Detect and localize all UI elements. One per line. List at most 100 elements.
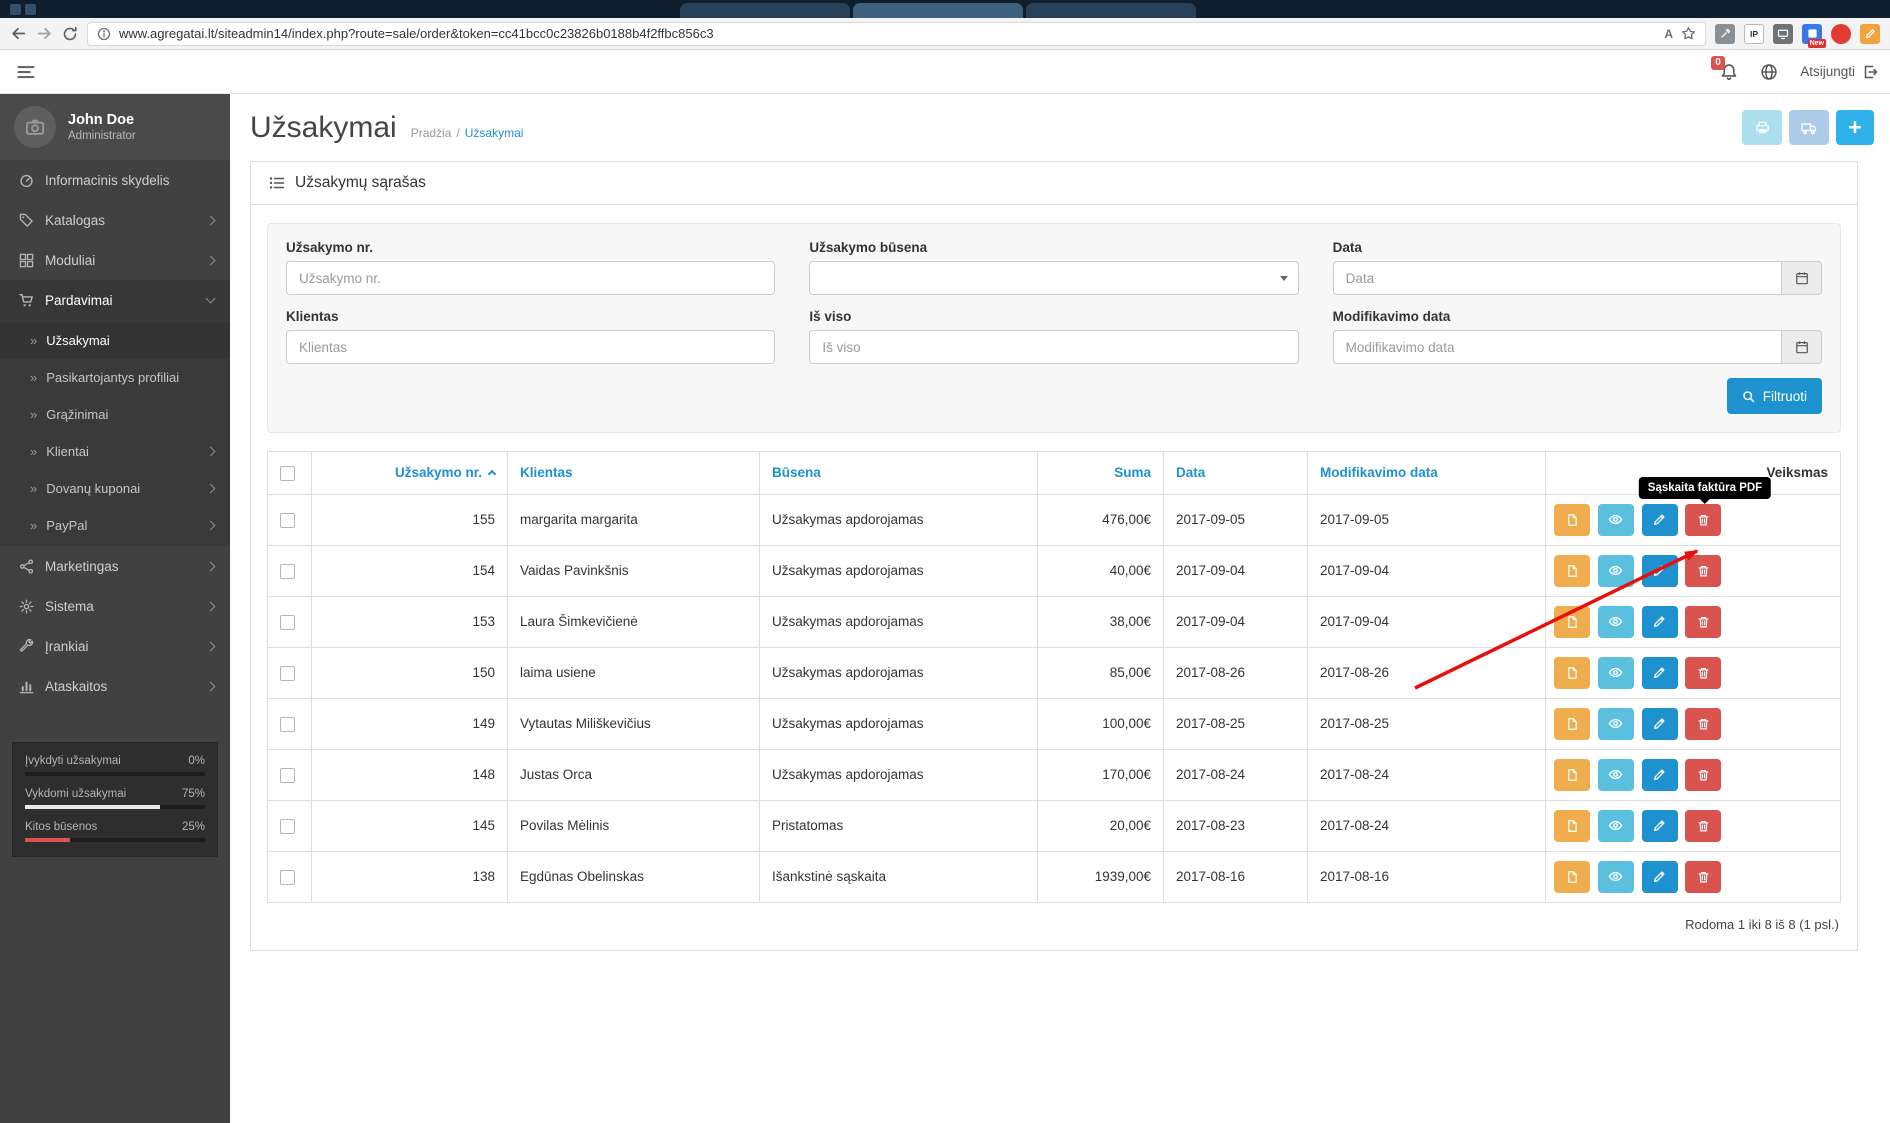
- edit-button[interactable]: [1641, 554, 1678, 587]
- sidebar-item-dashboard[interactable]: Informacinis skydelis: [0, 160, 230, 200]
- edit-button[interactable]: [1641, 707, 1678, 740]
- edit-button[interactable]: [1641, 758, 1678, 791]
- row-checkbox[interactable]: [280, 818, 295, 834]
- view-button[interactable]: [1597, 707, 1634, 740]
- extension-icon-pencil[interactable]: [1860, 23, 1880, 44]
- total-filter-input[interactable]: [809, 330, 1299, 364]
- browser-tab-active[interactable]: [853, 3, 1023, 18]
- add-order-button[interactable]: +: [1836, 110, 1874, 145]
- edit-button[interactable]: [1641, 860, 1678, 893]
- print-shipping-list-button[interactable]: [1789, 110, 1829, 145]
- edit-button[interactable]: [1641, 503, 1678, 536]
- row-checkbox[interactable]: [280, 767, 295, 783]
- delete-button[interactable]: [1685, 605, 1722, 638]
- edit-button[interactable]: [1641, 605, 1678, 638]
- menu-toggle-icon[interactable]: [16, 62, 36, 82]
- delete-button[interactable]: [1685, 503, 1722, 536]
- extension-icon-round[interactable]: [1831, 23, 1851, 44]
- sidebar-item-catalog[interactable]: Katalogas: [0, 200, 230, 240]
- url-text[interactable]: www.agregatai.lt/siteadmin14/index.php?r…: [119, 26, 1656, 41]
- invoice-pdf-button[interactable]: [1554, 860, 1590, 893]
- back-button[interactable]: [10, 25, 27, 42]
- extension-icon-monitor[interactable]: [1773, 23, 1793, 44]
- user-profile: John Doe Administrator: [0, 94, 230, 160]
- row-checkbox[interactable]: [280, 563, 295, 579]
- invoice-pdf-button[interactable]: [1554, 554, 1590, 587]
- view-button[interactable]: [1597, 554, 1634, 587]
- select-all-checkbox[interactable]: [280, 465, 295, 481]
- sort-customer[interactable]: Klientas: [520, 465, 573, 480]
- avatar[interactable]: [14, 106, 56, 148]
- modified-date-picker-button[interactable]: [1782, 330, 1822, 364]
- sort-modified[interactable]: Modifikavimo data: [1320, 465, 1438, 480]
- order-nr-filter-input[interactable]: [286, 261, 776, 295]
- eye-icon: [1608, 566, 1623, 576]
- breadcrumb-current[interactable]: Užsakymai: [465, 126, 524, 140]
- view-button[interactable]: [1597, 605, 1634, 638]
- row-checkbox[interactable]: [280, 614, 295, 630]
- edit-button[interactable]: [1641, 809, 1678, 842]
- order-status-select[interactable]: [809, 261, 1299, 295]
- browser-tab[interactable]: [1026, 3, 1196, 18]
- customer-filter-input[interactable]: [286, 330, 776, 364]
- view-button[interactable]: [1597, 758, 1634, 791]
- sort-order-nr[interactable]: Užsakymo nr.: [395, 465, 482, 480]
- modified-filter-input[interactable]: [1332, 330, 1782, 364]
- sidebar-item-system[interactable]: Sistema: [0, 586, 230, 626]
- invoice-pdf-button[interactable]: [1554, 809, 1590, 842]
- date-picker-button[interactable]: [1782, 261, 1822, 295]
- sidebar-subitem-orders[interactable]: Užsakymai: [0, 322, 230, 359]
- view-button[interactable]: [1597, 503, 1634, 536]
- invoice-pdf-button[interactable]: [1554, 656, 1590, 689]
- delete-button[interactable]: [1685, 554, 1722, 587]
- print-invoice-button[interactable]: [1742, 110, 1782, 145]
- language-button[interactable]: [1760, 63, 1778, 81]
- breadcrumb-home[interactable]: Pradžia: [411, 126, 452, 140]
- invoice-pdf-button[interactable]: [1554, 758, 1590, 791]
- row-checkbox[interactable]: [280, 716, 295, 732]
- forward-button[interactable]: [36, 25, 53, 42]
- sidebar-subitem-paypal[interactable]: PayPal: [0, 507, 230, 544]
- translate-icon[interactable]: A: [1664, 27, 1673, 41]
- address-bar[interactable]: www.agregatai.lt/siteadmin14/index.php?r…: [87, 21, 1706, 46]
- delete-button[interactable]: [1685, 758, 1722, 791]
- progress-bar: [25, 805, 205, 809]
- logout-button[interactable]: Atsijungti: [1800, 64, 1878, 80]
- delete-button[interactable]: [1685, 860, 1722, 893]
- invoice-pdf-button[interactable]: [1554, 707, 1590, 740]
- browser-tab[interactable]: [680, 3, 850, 18]
- delete-button[interactable]: [1685, 656, 1722, 689]
- sidebar-item-modules[interactable]: Moduliai: [0, 240, 230, 280]
- filter-button[interactable]: Filtruoti: [1726, 378, 1822, 414]
- sidebar-subitem-recurring-profiles[interactable]: Pasikartojantys profiliai: [0, 359, 230, 396]
- sidebar-item-marketing[interactable]: Marketingas: [0, 546, 230, 586]
- notifications-button[interactable]: 0: [1711, 55, 1738, 81]
- sidebar-item-sales[interactable]: Pardavimai: [0, 280, 230, 320]
- edit-button[interactable]: [1641, 656, 1678, 689]
- row-checkbox[interactable]: [280, 665, 295, 681]
- delete-button[interactable]: [1685, 707, 1722, 740]
- sidebar-subitem-customers[interactable]: Klientai: [0, 433, 230, 470]
- delete-button[interactable]: [1685, 809, 1722, 842]
- sort-total[interactable]: Suma: [1114, 465, 1151, 480]
- info-icon[interactable]: [97, 27, 111, 41]
- sidebar-item-reports[interactable]: Ataskaitos: [0, 666, 230, 706]
- invoice-pdf-button[interactable]: [1554, 605, 1590, 638]
- row-checkbox[interactable]: [280, 512, 295, 528]
- extension-icon-dropper[interactable]: [1715, 23, 1735, 44]
- view-button[interactable]: [1597, 656, 1634, 689]
- sort-status[interactable]: Būsena: [772, 465, 821, 480]
- sort-date[interactable]: Data: [1176, 465, 1205, 480]
- invoice-pdf-button[interactable]: [1554, 503, 1590, 536]
- view-button[interactable]: [1597, 809, 1634, 842]
- bookmark-star-icon[interactable]: [1681, 26, 1696, 41]
- refresh-button[interactable]: [62, 26, 78, 42]
- sidebar-subitem-returns[interactable]: Grąžinimai: [0, 396, 230, 433]
- extension-icon-ip[interactable]: IP: [1744, 23, 1764, 44]
- view-button[interactable]: [1597, 860, 1634, 893]
- date-filter-input[interactable]: [1332, 261, 1782, 295]
- extension-icon-new[interactable]: New: [1802, 23, 1826, 48]
- sidebar-subitem-gift-vouchers[interactable]: Dovanų kuponai: [0, 470, 230, 507]
- row-checkbox[interactable]: [280, 869, 295, 885]
- sidebar-item-tools[interactable]: Įrankiai: [0, 626, 230, 666]
